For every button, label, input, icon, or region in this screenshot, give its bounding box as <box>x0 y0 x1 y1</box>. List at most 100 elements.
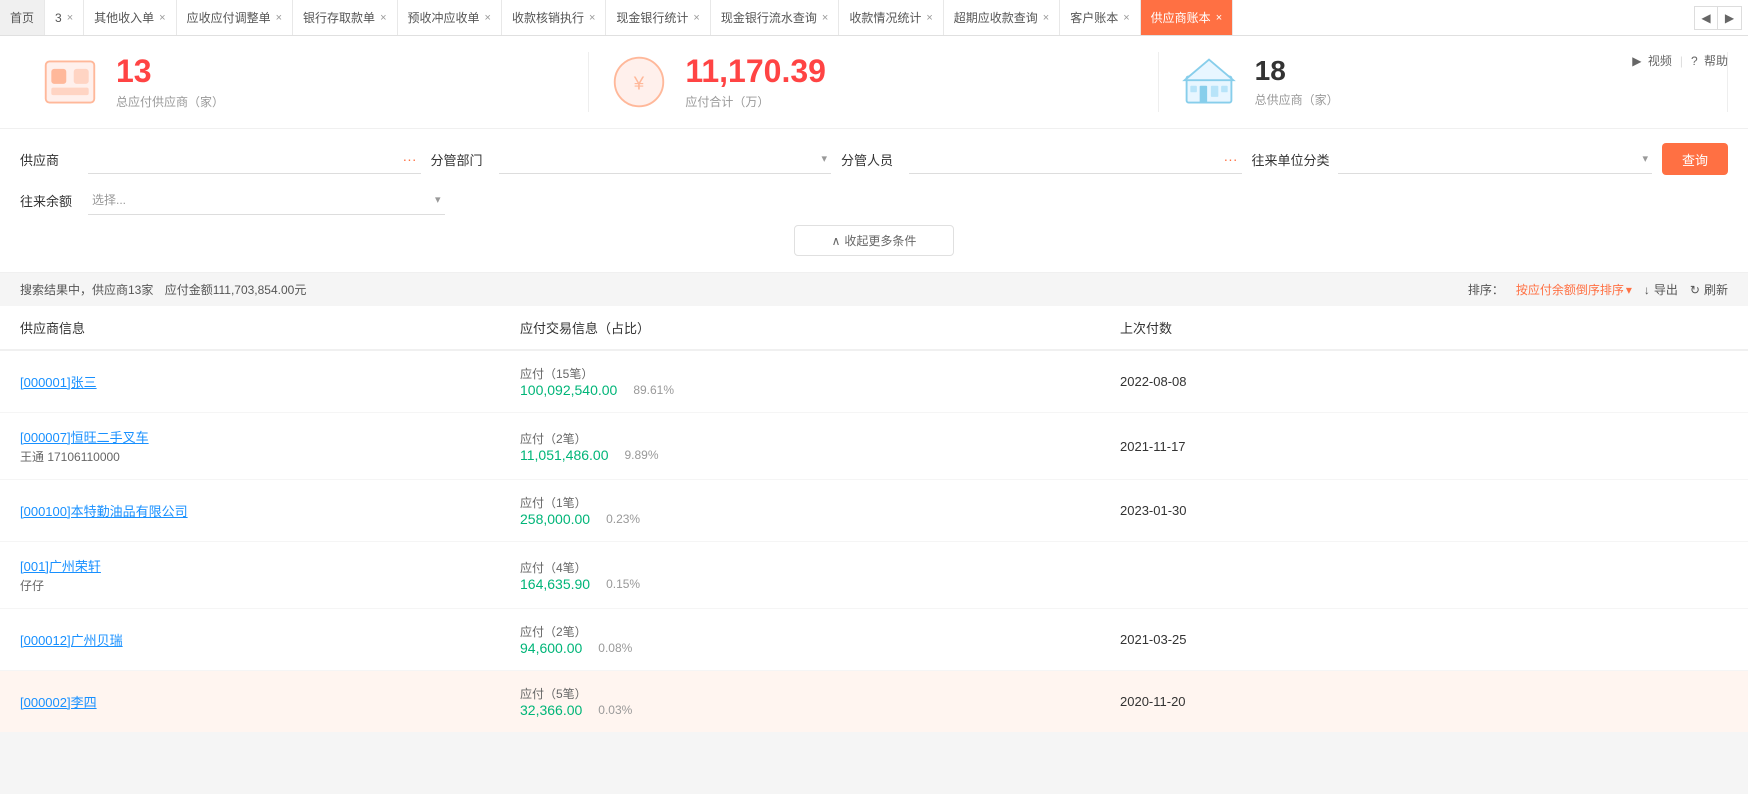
sort-select[interactable]: 按应付余额倒序排序 ▾ <box>1516 281 1632 298</box>
supplier-dots-icon[interactable]: ··· <box>403 151 417 167</box>
filter-balance: 往来余额 选择... ▾ <box>20 185 445 215</box>
nav-tab-close-ar-ap-adjust[interactable]: × <box>276 12 282 24</box>
filter-supplier: 供应商 ··· <box>20 145 421 174</box>
nav-tab-cash-bank-flow[interactable]: 现金银行流水查询× <box>711 0 839 36</box>
payable-amount-label: 应付合计（万） <box>685 93 826 110</box>
supplier-input-container[interactable]: ··· <box>88 145 421 174</box>
nav-tab-home[interactable]: 首页 <box>0 0 45 36</box>
refresh-icon: ↻ <box>1690 283 1700 297</box>
header-transaction-info: 应付交易信息（占比） <box>520 318 1120 337</box>
supplier-input[interactable] <box>92 145 403 173</box>
nav-tab-close-overdue-ar[interactable]: × <box>1043 12 1049 24</box>
nav-tab-close-customer-ledger[interactable]: × <box>1123 12 1129 24</box>
refresh-label: 刷新 <box>1704 281 1728 298</box>
nav-tab-close-bank-deposit[interactable]: × <box>380 12 386 24</box>
payable-suppliers-number: 13 <box>116 54 224 89</box>
nav-tab-overdue-ar[interactable]: 超期应收款查询× <box>944 0 1060 36</box>
supplier-sub-3: 仔仔 <box>20 577 520 594</box>
person-dots-icon[interactable]: ··· <box>1224 151 1238 167</box>
table-row: [000100]本特勤油品有限公司应付（1笔）258,000.000.23%20… <box>0 480 1748 542</box>
trans-label-1: 应付（2笔） <box>520 430 1120 447</box>
total-suppliers-number: 18 <box>1255 56 1339 87</box>
sort-value: 按应付余额倒序排序 <box>1516 281 1624 298</box>
supplier-link-5[interactable]: [000002]李四 <box>20 695 97 710</box>
nav-tab-close-payment-verify[interactable]: × <box>589 12 595 24</box>
video-link[interactable]: ▶ 视频 <box>1632 52 1672 69</box>
balance-select[interactable]: 选择... ▾ <box>88 185 445 215</box>
table-body: [000001]张三应付（15笔）100,092,540.0089.61%202… <box>0 351 1748 733</box>
supplier-link-4[interactable]: [000012]广州贝瑞 <box>20 633 123 648</box>
export-button[interactable]: ↓ 导出 <box>1644 281 1678 298</box>
amount-icon: ¥ <box>609 52 669 112</box>
nav-tab-close-cash-bank-stat[interactable]: × <box>693 12 699 24</box>
filter-row-1: 供应商 ··· 分管部门 ▾ 分管人员 ··· 往来单位分类 <box>20 143 1728 175</box>
nav-prev-arrow[interactable]: ◀ <box>1694 6 1718 30</box>
trans-row-5: 32,366.000.03% <box>520 702 1120 718</box>
nav-next-arrow[interactable]: ▶ <box>1718 6 1742 30</box>
nav-tab-bank-deposit[interactable]: 银行存取款单× <box>293 0 397 36</box>
stat-info-total-suppliers: 18 总供应商（家） <box>1255 56 1339 108</box>
result-actions: 排序： 按应付余额倒序排序 ▾ ↓ 导出 ↻ 刷新 <box>1468 281 1728 298</box>
nav-tab-ar-ap-adjust[interactable]: 应收应付调整单× <box>177 0 293 36</box>
trans-percent-4: 0.08% <box>598 641 632 655</box>
table-header: 供应商信息 应付交易信息（占比） 上次付数 <box>0 306 1748 351</box>
supplier-link-1[interactable]: [000007]恒旺二手叉车 <box>20 430 149 445</box>
trans-label-3: 应付（4笔） <box>520 559 1120 576</box>
trans-amount-3: 164,635.90 <box>520 576 590 592</box>
supplier-link-0[interactable]: [000001]张三 <box>20 375 97 390</box>
trans-row-3: 164,635.900.15% <box>520 576 1120 592</box>
payable-suppliers-label: 总应付供应商（家） <box>116 93 224 110</box>
last-payment-cell-1: 2021-11-17 <box>1120 439 1728 454</box>
trans-label-0: 应付（15笔） <box>520 365 1120 382</box>
nav-tab-customer-ledger[interactable]: 客户账本× <box>1060 0 1140 36</box>
header-supplier-info: 供应商信息 <box>20 318 520 337</box>
trans-amount-4: 94,600.00 <box>520 640 582 656</box>
help-link[interactable]: ? 帮助 <box>1691 52 1728 69</box>
transaction-cell-5: 应付（5笔）32,366.000.03% <box>520 685 1120 718</box>
nav-tab-supplier-ledger[interactable]: 供应商账本× <box>1141 0 1233 36</box>
nav-tab-close-prepaid-ar[interactable]: × <box>485 12 491 24</box>
total-suppliers-label: 总供应商（家） <box>1255 91 1339 108</box>
collapse-button[interactable]: ∧ 收起更多条件 <box>794 225 954 256</box>
nav-tab-close-other-income[interactable]: × <box>159 12 165 24</box>
query-button[interactable]: 查询 <box>1662 143 1728 175</box>
person-input-container[interactable]: ··· <box>909 145 1242 174</box>
trans-percent-0: 89.61% <box>633 383 674 397</box>
result-info: 搜索结果中，供应商13家 应付金额111,703,854.00元 <box>20 281 306 298</box>
nav-tab-tab3[interactable]: 3× <box>45 0 84 36</box>
category-filter-label: 往来单位分类 <box>1252 150 1330 169</box>
nav-tab-close-supplier-ledger[interactable]: × <box>1216 12 1222 24</box>
nav-arrows: ◀ ▶ <box>1688 6 1748 30</box>
trans-amount-5: 32,366.00 <box>520 702 582 718</box>
table-row: [000002]李四应付（5笔）32,366.000.03%2020-11-20 <box>0 671 1748 733</box>
collapse-icon: ∧ <box>832 234 841 248</box>
nav-tab-close-cash-bank-flow[interactable]: × <box>822 12 828 24</box>
trans-label-2: 应付（1笔） <box>520 494 1120 511</box>
transaction-cell-1: 应付（2笔）11,051,486.009.89% <box>520 430 1120 463</box>
balance-select-value: 选择... <box>92 191 126 208</box>
nav-tab-other-income[interactable]: 其他收入单× <box>84 0 176 36</box>
header-actions: ▶ 视频 | ? 帮助 <box>1632 52 1728 69</box>
refresh-button[interactable]: ↻ 刷新 <box>1690 281 1728 298</box>
table-row: [001]广州荣轩仔仔应付（4笔）164,635.900.15% <box>0 542 1748 609</box>
dept-select[interactable]: ▾ <box>499 144 832 174</box>
table-container: 供应商信息 应付交易信息（占比） 上次付数 [000001]张三 应付（15笔） 1… <box>0 306 1748 733</box>
nav-tab-close-payment-stat[interactable]: × <box>926 12 932 24</box>
result-bar: 搜索结果中，供应商13家 应付金额111,703,854.00元 排序： 按应付… <box>0 273 1748 306</box>
nav-tab-close-tab3[interactable]: × <box>67 12 73 24</box>
supplier-count-text: 搜索结果中，供应商13家 <box>20 283 153 297</box>
supplier-link-3[interactable]: [001]广州荣轩 <box>20 559 101 574</box>
nav-tab-prepaid-ar[interactable]: 预收冲应收单× <box>398 0 502 36</box>
trans-label-4: 应付（2笔） <box>520 623 1120 640</box>
person-input[interactable] <box>913 145 1224 173</box>
trans-row-4: 94,600.00 0.08% <box>520 640 1120 656</box>
nav-tab-payment-verify[interactable]: 收款核销执行× <box>502 0 606 36</box>
supplier-link-2[interactable]: [000100]本特勤油品有限公司 <box>20 504 188 519</box>
table-row: [000007]恒旺二手叉车王通 17106110000应付（2笔）11,051… <box>0 413 1748 480</box>
supplier-cell-4: [000012]广州贝瑞 <box>20 630 520 649</box>
trans-amount-2: 258,000.00 <box>520 511 590 527</box>
nav-tab-payment-stat[interactable]: 收款情况统计× <box>839 0 943 36</box>
category-select[interactable]: ▾ <box>1338 144 1652 174</box>
stat-card-payable-suppliers: 13 总应付供应商（家） <box>20 52 589 112</box>
nav-tab-cash-bank-stat[interactable]: 现金银行统计× <box>606 0 710 36</box>
